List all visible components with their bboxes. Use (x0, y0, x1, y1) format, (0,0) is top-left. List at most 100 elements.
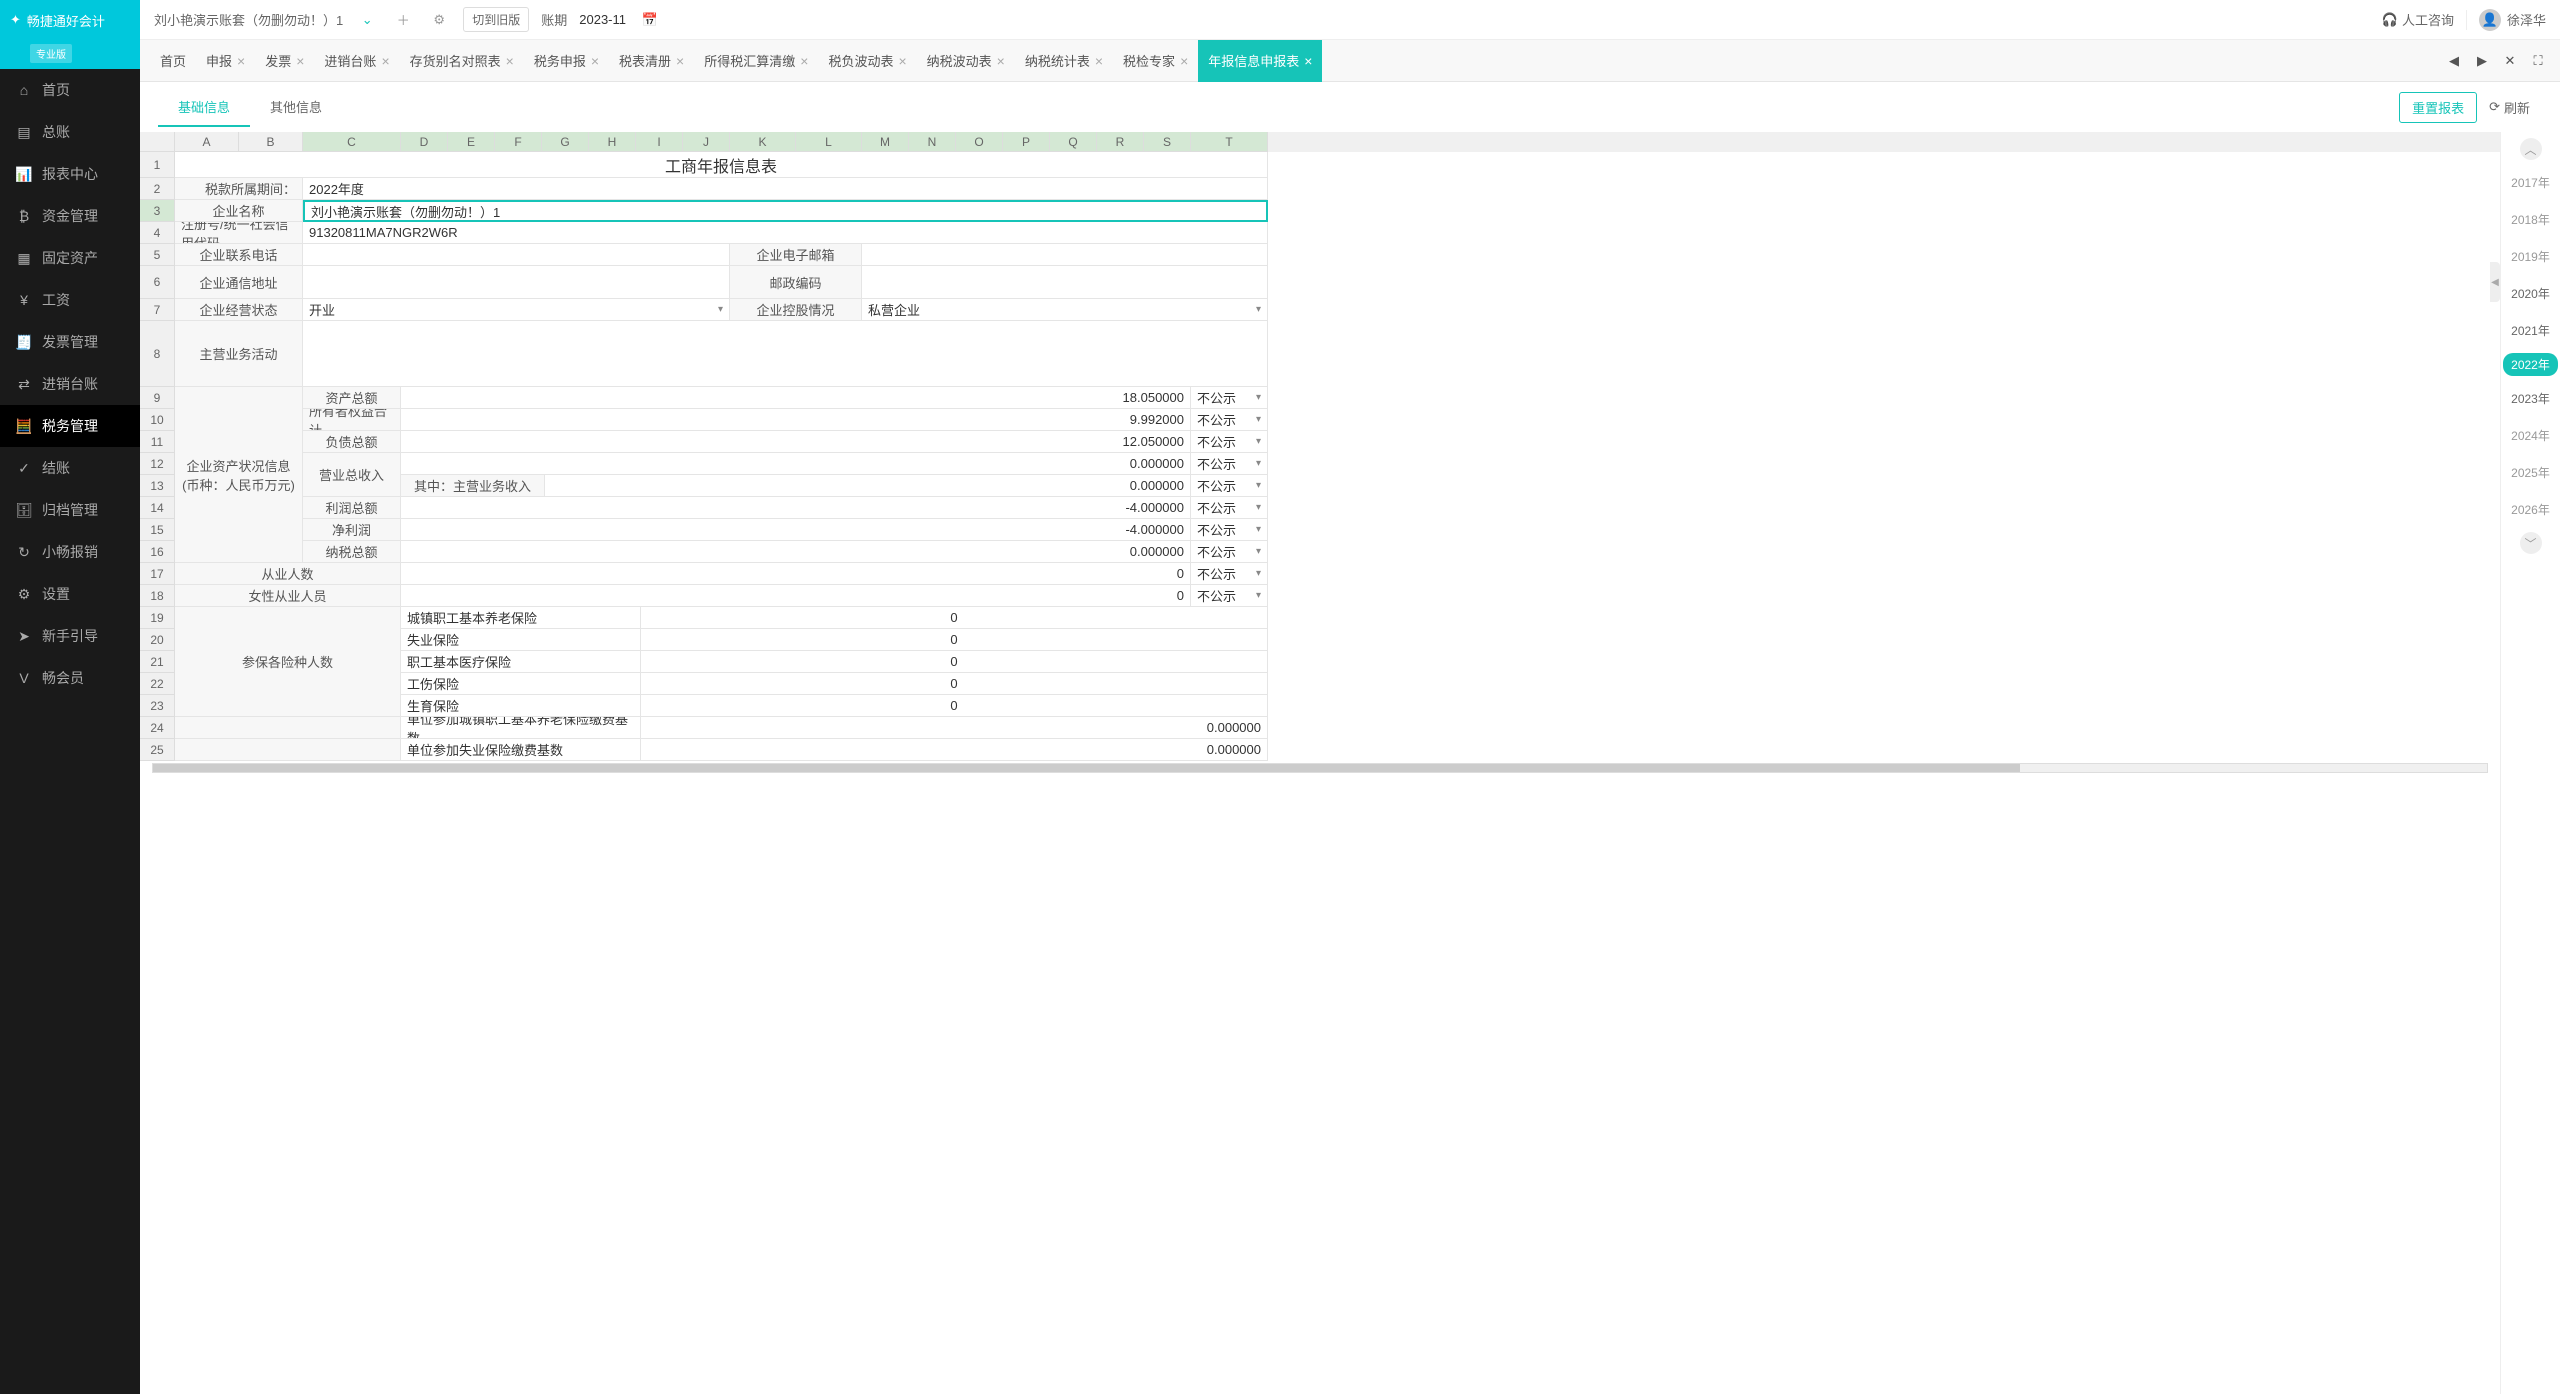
col-header-F[interactable]: F (495, 132, 542, 152)
year-2024年[interactable]: 2024年 (2511, 421, 2550, 450)
year-2020年[interactable]: 2020年 (2511, 279, 2550, 308)
close-icon[interactable]: × (591, 53, 599, 69)
row-header-7[interactable]: 7 (140, 299, 175, 321)
col-header-K[interactable]: K (730, 132, 796, 152)
sidebar-item-settings[interactable]: ⚙设置 (0, 573, 140, 615)
switch-old-button[interactable]: 切到旧版 (463, 7, 529, 32)
reset-report-button[interactable]: 重置报表 (2399, 92, 2477, 123)
tab-税检专家[interactable]: 税检专家× (1113, 40, 1198, 82)
fullscreen-icon[interactable]: ⛶ (2526, 49, 2550, 73)
close-icon[interactable]: × (800, 53, 808, 69)
year-2019年[interactable]: 2019年 (2511, 242, 2550, 271)
insurance-4-value[interactable]: 0 (641, 695, 1268, 717)
tab-所得税汇算清缴[interactable]: 所得税汇算清缴× (694, 40, 818, 82)
select-all-corner[interactable] (140, 132, 175, 152)
row-header-14[interactable]: 14 (140, 497, 175, 519)
col-header-P[interactable]: P (1003, 132, 1050, 152)
col-header-C[interactable]: C (303, 132, 401, 152)
insurance-2-value[interactable]: 0 (641, 651, 1268, 673)
account-selector[interactable]: 刘小艳演示账套（勿删勿动！）1 (154, 10, 343, 29)
row-header-21[interactable]: 21 (140, 651, 175, 673)
row-header-4[interactable]: 4 (140, 222, 175, 244)
base-1-value[interactable]: 0.000000 (641, 739, 1268, 761)
tab-税务申报[interactable]: 税务申报× (524, 40, 609, 82)
col-header-R[interactable]: R (1097, 132, 1144, 152)
col-header-I[interactable]: I (636, 132, 683, 152)
sidebar-item-stock[interactable]: ⇄进销台账 (0, 363, 140, 405)
tab-年报信息申报表[interactable]: 年报信息申报表× (1198, 40, 1322, 82)
email-value[interactable] (862, 244, 1268, 266)
tax-total-publish[interactable]: 不公示 (1191, 541, 1268, 563)
horizontal-scrollbar[interactable] (140, 761, 2500, 775)
year-up-icon[interactable]: ︿ (2520, 138, 2542, 160)
row-header-18[interactable]: 18 (140, 585, 175, 607)
user-menu[interactable]: 👤 徐泽华 (2479, 9, 2546, 31)
close-icon[interactable]: × (237, 53, 245, 69)
liabilities-total-value[interactable]: 12.050000 (401, 431, 1191, 453)
sidebar-item-home[interactable]: ⌂首页 (0, 69, 140, 111)
row-header-20[interactable]: 20 (140, 629, 175, 651)
year-2022年[interactable]: 2022年 (2503, 353, 2558, 376)
tab-纳税波动表[interactable]: 纳税波动表× (917, 40, 1015, 82)
tab-申报[interactable]: 申报× (196, 40, 255, 82)
assets-total-publish[interactable]: 不公示 (1191, 387, 1268, 409)
col-header-N[interactable]: N (909, 132, 956, 152)
sidebar-item-vip[interactable]: V畅会员 (0, 657, 140, 699)
phone-value[interactable] (303, 244, 730, 266)
row-header-19[interactable]: 19 (140, 607, 175, 629)
row-header-23[interactable]: 23 (140, 695, 175, 717)
sidebar-item-chart[interactable]: 📊报表中心 (0, 153, 140, 195)
refresh-button[interactable]: ⟳ 刷新 (2477, 93, 2542, 122)
col-header-B[interactable]: B (239, 132, 303, 152)
period-value[interactable]: 2023-11 (579, 12, 626, 27)
row-header-15[interactable]: 15 (140, 519, 175, 541)
col-header-E[interactable]: E (448, 132, 495, 152)
profit-total-publish[interactable]: 不公示 (1191, 497, 1268, 519)
reg-code-value[interactable]: 91320811MA7NGR2W6R (303, 222, 1268, 244)
consult-button[interactable]: 🎧 人工咨询 (2382, 10, 2454, 29)
base-0-value[interactable]: 0.000000 (641, 717, 1268, 739)
spreadsheet[interactable]: ABCDEFGHIJKLMNOPQRST 1234567891011121314… (140, 132, 2500, 1394)
tax-total-value[interactable]: 0.000000 (401, 541, 1191, 563)
col-header-A[interactable]: A (175, 132, 239, 152)
sidebar-item-salary[interactable]: ¥工资 (0, 279, 140, 321)
year-down-icon[interactable]: ﹀ (2520, 532, 2542, 554)
col-header-D[interactable]: D (401, 132, 448, 152)
female-value[interactable]: 0 (401, 585, 1191, 607)
year-2023年[interactable]: 2023年 (2511, 384, 2550, 413)
period-value[interactable]: 2022年度 (303, 178, 1268, 200)
tab-prev-icon[interactable]: ◀ (2442, 49, 2466, 73)
tab-存货别名对照表[interactable]: 存货别名对照表× (400, 40, 524, 82)
liabilities-total-publish[interactable]: 不公示 (1191, 431, 1268, 453)
calendar-icon[interactable]: 📅 (638, 8, 662, 32)
col-header-L[interactable]: L (796, 132, 862, 152)
revenue-value[interactable]: 0.000000 (401, 453, 1191, 475)
year-2021年[interactable]: 2021年 (2511, 316, 2550, 345)
sidebar-item-expense[interactable]: ↻小畅报销 (0, 531, 140, 573)
col-header-J[interactable]: J (683, 132, 730, 152)
holding-select[interactable]: 私营企业 (862, 299, 1268, 321)
net-profit-value[interactable]: -4.000000 (401, 519, 1191, 541)
tab-首页[interactable]: 首页 (150, 40, 196, 82)
main-biz-value[interactable] (303, 321, 1268, 387)
add-account-icon[interactable]: ＋ (391, 8, 415, 32)
row-header-24[interactable]: 24 (140, 717, 175, 739)
sidebar-item-ledger[interactable]: ▤总账 (0, 111, 140, 153)
year-2025年[interactable]: 2025年 (2511, 458, 2550, 487)
insurance-0-value[interactable]: 0 (641, 607, 1268, 629)
insurance-3-value[interactable]: 0 (641, 673, 1268, 695)
close-icon[interactable]: × (676, 53, 684, 69)
row-header-6[interactable]: 6 (140, 266, 175, 299)
profit-total-value[interactable]: -4.000000 (401, 497, 1191, 519)
sidebar-item-invoice[interactable]: 🧾发票管理 (0, 321, 140, 363)
year-2026年[interactable]: 2026年 (2511, 495, 2550, 524)
insurance-1-value[interactable]: 0 (641, 629, 1268, 651)
col-header-S[interactable]: S (1144, 132, 1191, 152)
subtab-基础信息[interactable]: 基础信息 (158, 88, 250, 127)
col-header-O[interactable]: O (956, 132, 1003, 152)
row-header-17[interactable]: 17 (140, 563, 175, 585)
row-header-3[interactable]: 3 (140, 200, 175, 222)
biz-status-select[interactable]: 开业 (303, 299, 730, 321)
tab-close-all-icon[interactable]: ✕ (2498, 49, 2522, 73)
col-header-G[interactable]: G (542, 132, 589, 152)
